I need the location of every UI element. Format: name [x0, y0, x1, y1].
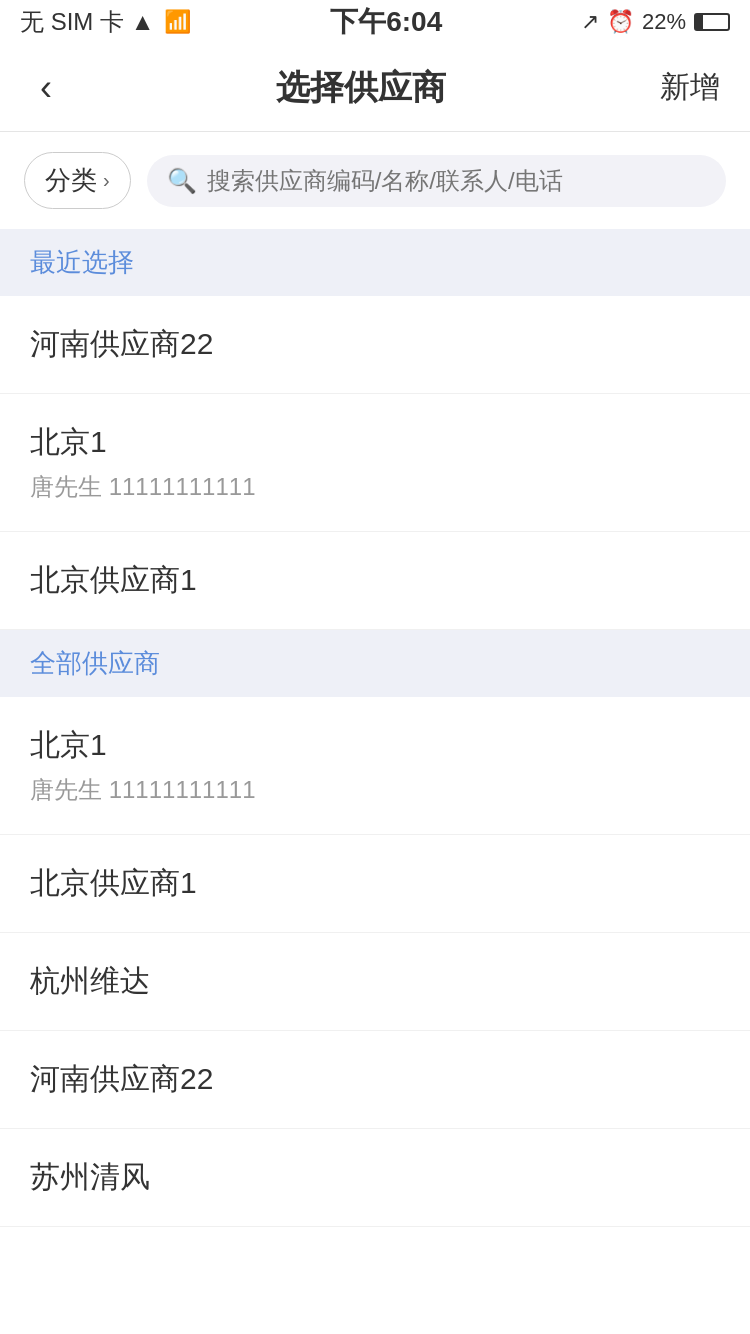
list-item[interactable]: 北京供应商1: [0, 835, 750, 933]
sim-label: 无 SIM 卡 ▲: [20, 6, 154, 38]
item-name: 北京供应商1: [30, 863, 720, 904]
all-section-header: 全部供应商: [0, 630, 750, 697]
category-button[interactable]: 分类 ›: [24, 152, 131, 209]
search-icon: 🔍: [167, 167, 197, 195]
wifi-icon: 📶: [164, 9, 191, 35]
battery-percent: 22%: [642, 9, 686, 35]
back-button[interactable]: ‹: [30, 57, 62, 119]
list-item[interactable]: 杭州维达: [0, 933, 750, 1031]
item-name: 苏州清风: [30, 1157, 720, 1198]
chevron-right-icon: ›: [103, 169, 110, 192]
item-sub: 唐先生 11111111111: [30, 774, 720, 806]
item-name: 北京供应商1: [30, 560, 720, 601]
search-input[interactable]: [207, 167, 706, 195]
battery-icon: [694, 13, 730, 31]
location-icon: ↗: [581, 9, 599, 35]
recent-section-header: 最近选择: [0, 229, 750, 296]
add-button[interactable]: 新增: [660, 67, 720, 108]
item-name: 杭州维达: [30, 961, 720, 1002]
item-name: 北京1: [30, 725, 720, 766]
list-item[interactable]: 北京供应商1: [0, 532, 750, 630]
all-list: 北京1 唐先生 11111111111 北京供应商1 杭州维达河南供应商22 苏州清风: [0, 697, 750, 1227]
status-left: 无 SIM 卡 ▲ 📶: [20, 6, 191, 38]
list-item[interactable]: 苏州清风: [0, 1129, 750, 1227]
list-item[interactable]: 河南供应商22: [0, 296, 750, 394]
recent-list: 河南供应商22 北京1 唐先生 11111111111 北京供应商1: [0, 296, 750, 630]
status-right: ↗ ⏰ 22%: [581, 9, 730, 35]
alarm-icon: ⏰: [607, 9, 634, 35]
search-box[interactable]: 🔍: [147, 155, 726, 207]
list-item[interactable]: 北京1 唐先生 11111111111: [0, 697, 750, 835]
category-label: 分类: [45, 163, 97, 198]
page-title: 选择供应商: [276, 65, 446, 111]
all-section-label: 全部供应商: [30, 648, 160, 678]
nav-bar: ‹ 选择供应商 新增: [0, 44, 750, 132]
status-bar: 无 SIM 卡 ▲ 📶 下午6:04 ↗ ⏰ 22%: [0, 0, 750, 44]
filter-bar: 分类 › 🔍: [0, 132, 750, 229]
list-item[interactable]: 北京1 唐先生 11111111111: [0, 394, 750, 532]
item-name: 北京1: [30, 422, 720, 463]
item-name: 河南供应商22: [30, 1059, 720, 1100]
list-item[interactable]: 河南供应商22: [0, 1031, 750, 1129]
item-sub: 唐先生 11111111111: [30, 471, 720, 503]
recent-section-label: 最近选择: [30, 247, 134, 277]
status-time: 下午6:04: [330, 3, 442, 41]
item-name: 河南供应商22: [30, 324, 720, 365]
